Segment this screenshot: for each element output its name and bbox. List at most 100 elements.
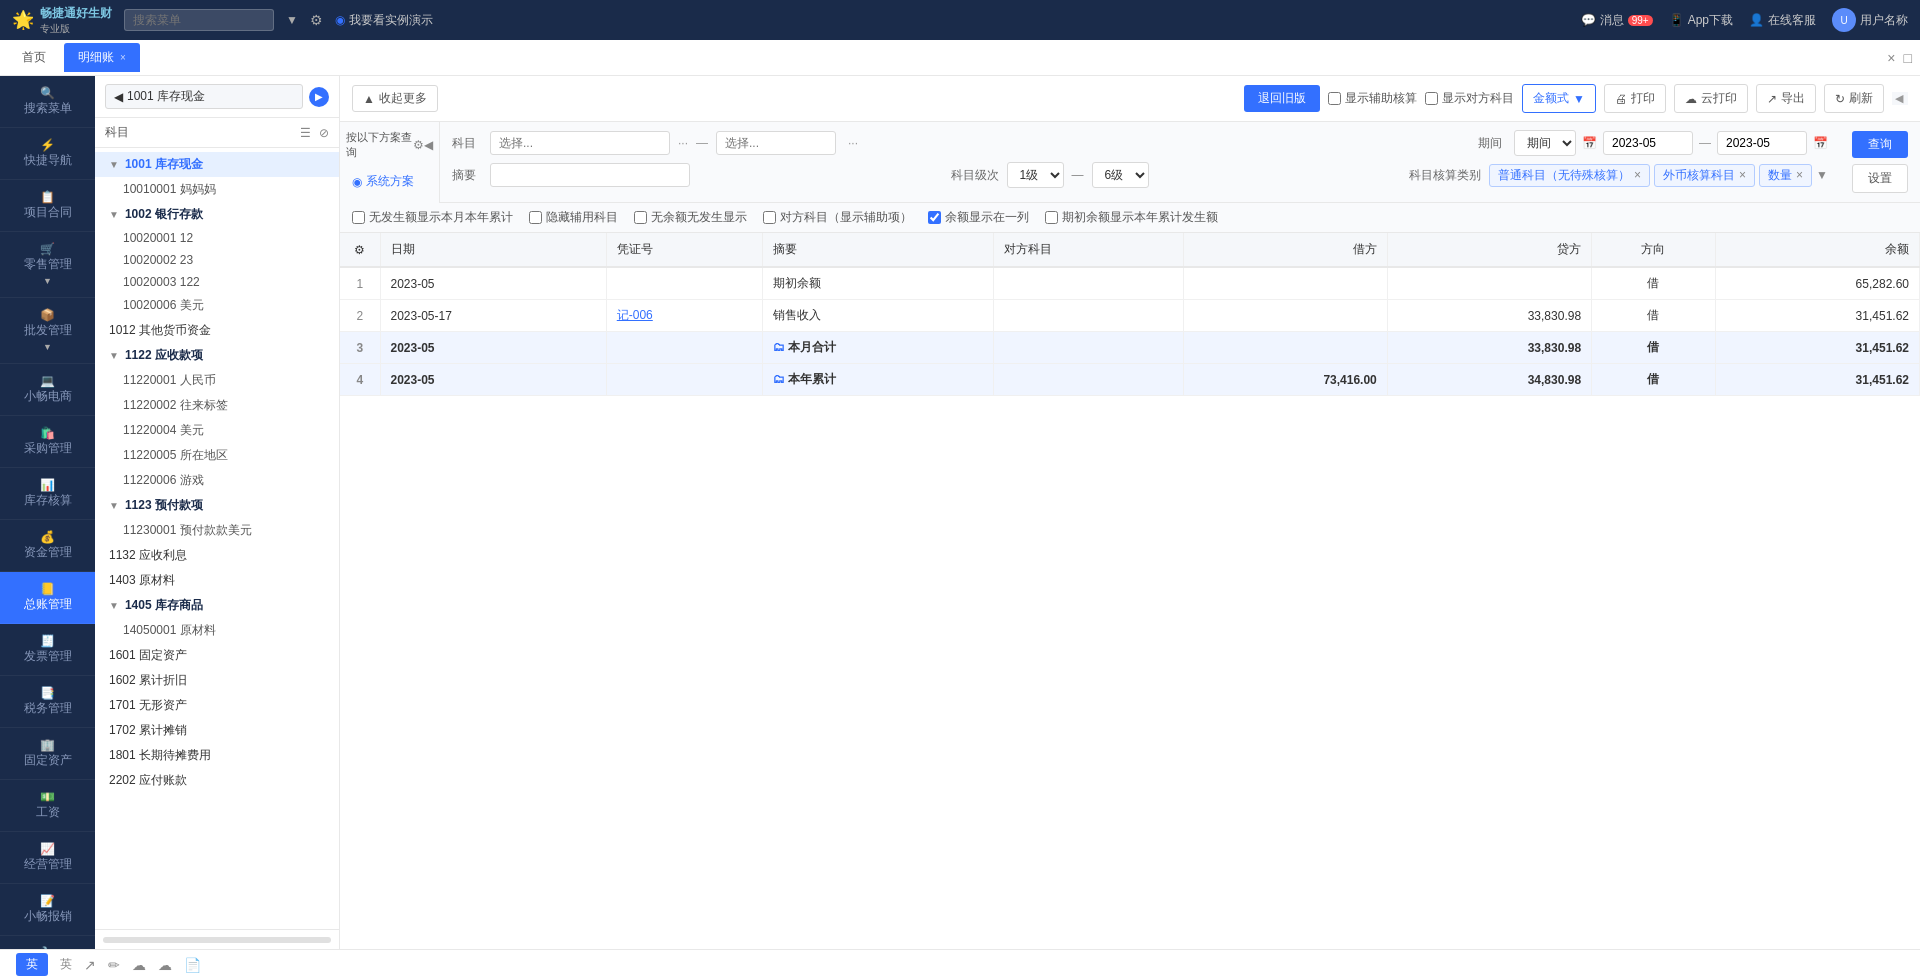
tree-node-11220005[interactable]: 11220005 所在地区 bbox=[95, 443, 339, 468]
sidebar-item-payroll[interactable]: 💵 工资 bbox=[0, 780, 95, 832]
settings-icon[interactable]: ⚙ bbox=[310, 12, 323, 28]
status-cloud2-icon[interactable]: ☁ bbox=[158, 957, 172, 973]
search-input[interactable] bbox=[124, 9, 274, 31]
demo-button[interactable]: ◉ 我要看实例演示 bbox=[335, 12, 433, 29]
period-from-input[interactable] bbox=[1603, 131, 1693, 155]
tag-quantity[interactable]: 数量 × bbox=[1759, 164, 1812, 187]
checkbox-opening[interactable]: 期初余额显示本年累计发生额 bbox=[1045, 209, 1218, 226]
tree-node-11220002[interactable]: 11220002 往来标签 bbox=[95, 393, 339, 418]
filter-icon[interactable]: ⊘ bbox=[319, 126, 329, 140]
tree-node-10020002[interactable]: 10020002 23 bbox=[95, 249, 339, 271]
dropdown-icon[interactable]: ▼ bbox=[286, 13, 298, 27]
tag-foreign[interactable]: 外币核算科目 × bbox=[1654, 164, 1755, 187]
tree-node-10010001[interactable]: 10010001 妈妈妈 bbox=[95, 177, 339, 202]
tree-node-1801[interactable]: 1801 长期待摊费用 bbox=[95, 743, 339, 768]
tree-node-1123[interactable]: ▼ 1123 预付款项 bbox=[95, 493, 339, 518]
tree-node-10020006[interactable]: 10020006 美元 bbox=[95, 293, 339, 318]
tree-node-1702[interactable]: 1702 累计摊销 bbox=[95, 718, 339, 743]
online-service-button[interactable]: 👤 在线客服 bbox=[1749, 12, 1816, 29]
right-panel-collapse[interactable]: ◀ bbox=[1892, 92, 1908, 105]
tag-foreign-remove[interactable]: × bbox=[1739, 168, 1746, 182]
print-button[interactable]: 🖨 打印 bbox=[1604, 84, 1666, 113]
return-old-button[interactable]: 退回旧版 bbox=[1244, 85, 1320, 112]
tab-detail[interactable]: 明细账 × bbox=[64, 43, 140, 72]
tree-node-1405[interactable]: ▼ 1405 库存商品 bbox=[95, 593, 339, 618]
tree-node-1122[interactable]: ▼ 1122 应收款项 bbox=[95, 343, 339, 368]
show-contra-checkbox[interactable]: 显示对方科目 bbox=[1425, 90, 1514, 107]
refresh-button[interactable]: ↻ 刷新 bbox=[1824, 84, 1884, 113]
tree-node-11230001[interactable]: 11230001 预付款款美元 bbox=[95, 518, 339, 543]
voucher-link[interactable]: 记-006 bbox=[617, 308, 653, 322]
query-settings-icon[interactable]: ⚙ bbox=[413, 138, 424, 152]
tree-node-1701[interactable]: 1701 无形资产 bbox=[95, 693, 339, 718]
setting-button[interactable]: 设置 bbox=[1852, 164, 1908, 193]
sidebar-item-retail[interactable]: 🛒 零售管理 ▼ bbox=[0, 232, 95, 298]
tree-node-10020003[interactable]: 10020003 122 bbox=[95, 271, 339, 293]
sidebar-item-project[interactable]: 📋 项目合同 bbox=[0, 180, 95, 232]
subject-to-input[interactable] bbox=[716, 131, 836, 155]
collect-button[interactable]: ▲ 收起更多 bbox=[352, 85, 438, 112]
tab-maximize-icon[interactable]: □ bbox=[1904, 50, 1912, 66]
sidebar-item-purchase[interactable]: 🛍️ 采购管理 bbox=[0, 416, 95, 468]
sidebar-item-tax[interactable]: 📑 税务管理 bbox=[0, 676, 95, 728]
level-to-select[interactable]: 6级 bbox=[1092, 162, 1149, 188]
period-type-select[interactable]: 期间 bbox=[1514, 130, 1576, 156]
tab-close-button[interactable]: × bbox=[120, 52, 126, 63]
status-cloud-icon[interactable]: ☁ bbox=[132, 957, 146, 973]
sidebar-item-finance[interactable]: 💰 资金管理 bbox=[0, 520, 95, 572]
amount-style-button[interactable]: 金额式 ▼ bbox=[1522, 84, 1596, 113]
user-button[interactable]: U 用户名称 bbox=[1832, 8, 1908, 32]
sidebar-item-quick[interactable]: ⚡ 快捷导航 bbox=[0, 128, 95, 180]
query-button[interactable]: 查询 bbox=[1852, 131, 1908, 158]
subject-more-icon[interactable]: ··· bbox=[678, 136, 688, 150]
tree-node-2202[interactable]: 2202 应付账款 bbox=[95, 768, 339, 793]
tag-quantity-remove[interactable]: × bbox=[1796, 168, 1803, 182]
query-system-plan[interactable]: ◉ 系统方案 bbox=[346, 168, 433, 195]
level-from-select[interactable]: 1级 bbox=[1007, 162, 1064, 188]
app-download-button[interactable]: 📱 App下载 bbox=[1669, 12, 1733, 29]
show-aux-checkbox[interactable]: 显示辅助核算 bbox=[1328, 90, 1417, 107]
query-collapse-icon[interactable]: ◀ bbox=[424, 138, 433, 152]
tab-home[interactable]: 首页 bbox=[8, 43, 60, 72]
sidebar-item-ecommerce[interactable]: 💻 小畅电商 bbox=[0, 364, 95, 416]
nav-forward-button[interactable]: ▶ bbox=[309, 87, 329, 107]
checkbox-no-balance[interactable]: 无余额无发生显示 bbox=[634, 209, 747, 226]
tree-node-1602[interactable]: 1602 累计折旧 bbox=[95, 668, 339, 693]
sidebar-item-inventory[interactable]: 📊 库存核算 bbox=[0, 468, 95, 520]
checkbox-no-occur[interactable]: 无发生额显示本月本年累计 bbox=[352, 209, 513, 226]
col-settings[interactable]: ⚙ bbox=[340, 233, 380, 267]
calendar-icon[interactable]: 📅 bbox=[1582, 136, 1597, 150]
summary-input[interactable] bbox=[490, 163, 690, 187]
tree-node-11220004[interactable]: 11220004 美元 bbox=[95, 418, 339, 443]
sidebar-item-operations[interactable]: 📈 经营管理 bbox=[0, 832, 95, 884]
tree-node-14050001[interactable]: 14050001 原材料 bbox=[95, 618, 339, 643]
tree-node-10020001[interactable]: 10020001 12 bbox=[95, 227, 339, 249]
tab-close-icon[interactable]: × bbox=[1887, 50, 1895, 66]
checkbox-one-col[interactable]: 余额显示在一列 bbox=[928, 209, 1029, 226]
tree-node-1002[interactable]: ▼ 1002 银行存款 bbox=[95, 202, 339, 227]
tree-node-1403[interactable]: 1403 原材料 bbox=[95, 568, 339, 593]
tag-normal[interactable]: 普通科目（无待殊核算） × bbox=[1489, 164, 1650, 187]
status-doc-icon[interactable]: 📄 bbox=[184, 957, 201, 973]
sidebar-item-base[interactable]: 🔧 基础信息 bbox=[0, 936, 95, 949]
tree-node-1132[interactable]: 1132 应收利息 bbox=[95, 543, 339, 568]
list-view-icon[interactable]: ☰ bbox=[300, 126, 311, 140]
tree-node-11220006[interactable]: 11220006 游戏 bbox=[95, 468, 339, 493]
status-arrow-icon[interactable]: ↗ bbox=[84, 957, 96, 973]
period-to-input[interactable] bbox=[1717, 131, 1807, 155]
cloud-print-button[interactable]: ☁ 云打印 bbox=[1674, 84, 1748, 113]
subject-input[interactable] bbox=[490, 131, 670, 155]
language-button[interactable]: 英 bbox=[16, 953, 48, 976]
tree-node-1601[interactable]: 1601 固定资产 bbox=[95, 643, 339, 668]
left-panel-scrollbar[interactable] bbox=[95, 929, 339, 949]
checkbox-hide-aux[interactable]: 隐藏辅用科目 bbox=[529, 209, 618, 226]
tree-node-1012[interactable]: 1012 其他货币资金 bbox=[95, 318, 339, 343]
sidebar-item-search[interactable]: 🔍 搜索菜单 bbox=[0, 76, 95, 128]
sidebar-item-report[interactable]: 📝 小畅报销 bbox=[0, 884, 95, 936]
export-button[interactable]: ↗ 导出 bbox=[1756, 84, 1816, 113]
sidebar-item-wholesale[interactable]: 📦 批发管理 ▼ bbox=[0, 298, 95, 364]
status-edit-icon[interactable]: ✏ bbox=[108, 957, 120, 973]
checkbox-contra[interactable]: 对方科目（显示辅助项） bbox=[763, 209, 912, 226]
subject-to-more-icon[interactable]: ··· bbox=[848, 136, 858, 150]
tag-normal-remove[interactable]: × bbox=[1634, 168, 1641, 182]
